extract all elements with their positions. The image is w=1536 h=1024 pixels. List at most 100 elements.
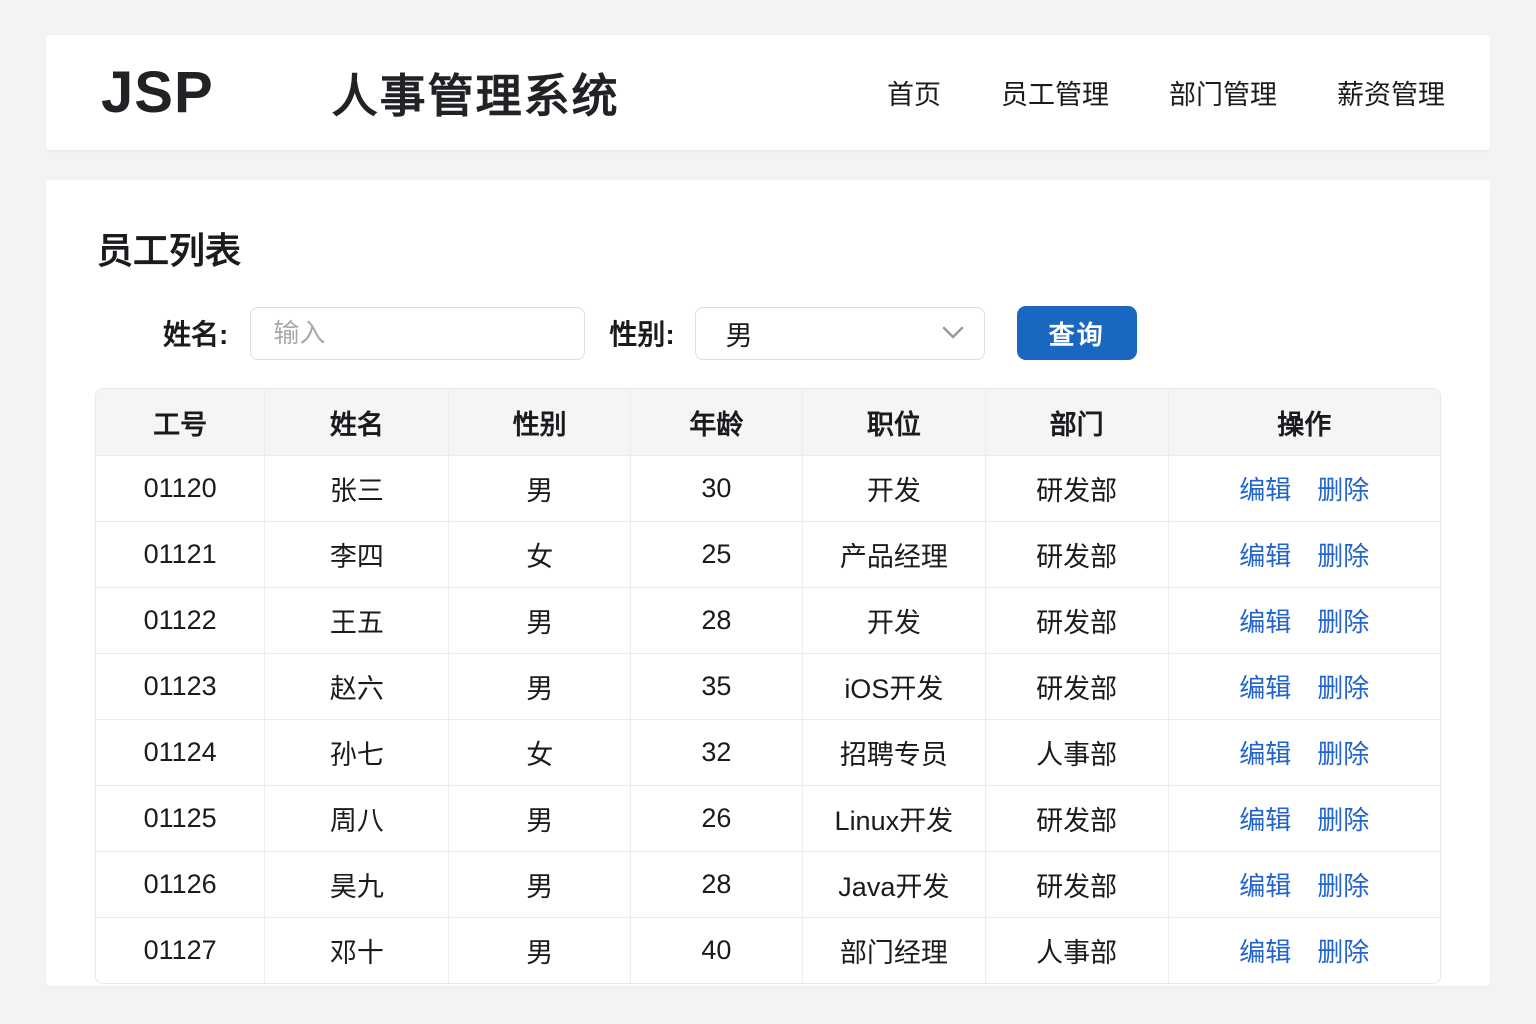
delete-link[interactable]: 删除 bbox=[1317, 673, 1369, 703]
delete-link[interactable]: 删除 bbox=[1317, 607, 1369, 637]
cell-id: 01120 bbox=[96, 455, 266, 521]
gender-filter-label: 性别: bbox=[609, 319, 675, 350]
cell-gender: 女 bbox=[449, 521, 631, 587]
nav-item-department-management[interactable]: 部门管理 bbox=[1169, 73, 1277, 112]
cell-name: 周八 bbox=[265, 785, 450, 851]
cell-id: 01125 bbox=[96, 785, 266, 851]
cell-position: 开发 bbox=[802, 587, 986, 653]
cell-age: 25 bbox=[630, 521, 803, 587]
edit-link[interactable]: 编辑 bbox=[1239, 475, 1291, 505]
delete-link[interactable]: 删除 bbox=[1317, 805, 1369, 835]
delete-link[interactable]: 删除 bbox=[1317, 937, 1369, 967]
column-header-name: 姓名 bbox=[265, 389, 450, 455]
delete-link[interactable]: 删除 bbox=[1317, 739, 1369, 769]
app-title: 人事管理系统 bbox=[331, 69, 620, 122]
chevron-down-icon bbox=[942, 326, 964, 340]
cell-gender: 男 bbox=[449, 785, 631, 851]
column-header-position: 职位 bbox=[802, 389, 986, 455]
cell-gender: 男 bbox=[449, 455, 631, 521]
cell-actions: 编辑 删除 bbox=[1168, 719, 1440, 785]
edit-link[interactable]: 编辑 bbox=[1239, 541, 1291, 571]
delete-link[interactable]: 删除 bbox=[1317, 871, 1369, 901]
column-header-department: 部门 bbox=[985, 389, 1169, 455]
cell-age: 30 bbox=[630, 455, 803, 521]
cell-id: 01123 bbox=[96, 653, 266, 719]
cell-department: 研发部 bbox=[985, 785, 1169, 851]
cell-actions: 编辑 删除 bbox=[1168, 455, 1440, 521]
nav-item-salary-management[interactable]: 薪资管理 bbox=[1337, 73, 1445, 112]
cell-actions: 编辑 删除 bbox=[1168, 785, 1440, 851]
edit-link[interactable]: 编辑 bbox=[1239, 739, 1291, 769]
cell-department: 研发部 bbox=[985, 521, 1169, 587]
app-logo: JSP bbox=[101, 60, 214, 125]
table-row: 01123 赵六男 35 iOS开发 研发部 编辑 删除 bbox=[96, 653, 1440, 719]
cell-department: 人事部 bbox=[985, 719, 1169, 785]
cell-department: 研发部 bbox=[985, 587, 1169, 653]
employee-table: 工号 姓名 性别 年龄 职位 部门 操作 01120 张三男 30 开发 研发部 编辑 删除… bbox=[95, 388, 1441, 984]
delete-link[interactable]: 删除 bbox=[1317, 541, 1369, 571]
table-row: 01120 张三男 30 开发 研发部 编辑 删除 bbox=[96, 455, 1440, 521]
cell-name: 赵六 bbox=[265, 653, 450, 719]
cell-department: 研发部 bbox=[985, 653, 1169, 719]
cell-position: 开发 bbox=[802, 455, 986, 521]
column-header-gender: 性别 bbox=[449, 389, 631, 455]
cell-gender: 男 bbox=[449, 917, 631, 983]
cell-id: 01122 bbox=[96, 587, 266, 653]
cell-department: 研发部 bbox=[985, 851, 1169, 917]
edit-link[interactable]: 编辑 bbox=[1239, 805, 1291, 835]
table-row: 01122 王五男 28 开发 研发部 编辑 删除 bbox=[96, 587, 1440, 653]
header-row: 工号 姓名 性别 年龄 职位 部门 操作 bbox=[96, 389, 1440, 455]
gender-select-value: 男 bbox=[725, 320, 753, 351]
cell-id: 01126 bbox=[96, 851, 266, 917]
gender-select[interactable]: 男 bbox=[694, 306, 985, 360]
nav-item-employee-management[interactable]: 员工管理 bbox=[1001, 73, 1109, 112]
cell-age: 32 bbox=[630, 719, 803, 785]
cell-position: Java开发 bbox=[802, 851, 986, 917]
table-row: 01127 邓十男 40 部门经理 人事部 编辑 删除 bbox=[96, 917, 1440, 983]
edit-link[interactable]: 编辑 bbox=[1239, 937, 1291, 967]
delete-link[interactable]: 删除 bbox=[1317, 475, 1369, 505]
cell-age: 35 bbox=[630, 653, 803, 719]
edit-link[interactable]: 编辑 bbox=[1239, 871, 1291, 901]
cell-age: 26 bbox=[630, 785, 803, 851]
cell-name: 张三 bbox=[265, 455, 450, 521]
header: JSP 人事管理系统 首页 员工管理 部门管理 薪资管理 bbox=[46, 35, 1490, 150]
name-filter-input[interactable] bbox=[250, 306, 586, 360]
table-row: 01126 昊九男 28 Java开发 研发部 编辑 删除 bbox=[96, 851, 1440, 917]
main-nav: 首页 员工管理 部门管理 薪资管理 bbox=[887, 73, 1445, 112]
cell-actions: 编辑 删除 bbox=[1168, 587, 1440, 653]
edit-link[interactable]: 编辑 bbox=[1239, 673, 1291, 703]
cell-name: 孙七 bbox=[265, 719, 450, 785]
cell-position: 招聘专员 bbox=[802, 719, 986, 785]
table-row: 01121 李四女 25 产品经理 研发部 编辑 删除 bbox=[96, 521, 1440, 587]
cell-gender: 女 bbox=[449, 719, 631, 785]
search-button[interactable]: 查询 bbox=[1016, 306, 1137, 360]
cell-actions: 编辑 删除 bbox=[1168, 917, 1440, 983]
cell-position: iOS开发 bbox=[802, 653, 986, 719]
cell-department: 人事部 bbox=[985, 917, 1169, 983]
cell-name: 昊九 bbox=[265, 851, 450, 917]
employee-table-head: 工号 姓名 性别 年龄 职位 部门 操作 bbox=[96, 389, 1440, 455]
cell-id: 01124 bbox=[96, 719, 266, 785]
table-row: 01125 周八男 26 Linux开发 研发部 编辑 删除 bbox=[96, 785, 1440, 851]
cell-actions: 编辑 删除 bbox=[1168, 851, 1440, 917]
cell-actions: 编辑 删除 bbox=[1168, 521, 1440, 587]
edit-link[interactable]: 编辑 bbox=[1239, 607, 1291, 637]
cell-actions: 编辑 删除 bbox=[1168, 653, 1440, 719]
cell-age: 28 bbox=[630, 587, 803, 653]
cell-department: 研发部 bbox=[985, 455, 1169, 521]
name-filter-label: 姓名: bbox=[163, 319, 229, 350]
cell-name: 李四 bbox=[265, 521, 450, 587]
cell-age: 40 bbox=[630, 917, 803, 983]
cell-position: 部门经理 bbox=[802, 917, 986, 983]
cell-age: 28 bbox=[630, 851, 803, 917]
cell-name: 邓十 bbox=[265, 917, 450, 983]
employee-list-panel: 员工列表 姓名: 性别: 男 查询 工号 姓名 性别 年龄 职位 部门 操作 0… bbox=[46, 180, 1490, 986]
cell-id: 01127 bbox=[96, 917, 266, 983]
column-header-age: 年龄 bbox=[630, 389, 803, 455]
column-header-actions: 操作 bbox=[1168, 389, 1440, 455]
cell-position: 产品经理 bbox=[802, 521, 986, 587]
nav-item-home[interactable]: 首页 bbox=[887, 73, 941, 112]
cell-position: Linux开发 bbox=[802, 785, 986, 851]
cell-id: 01121 bbox=[96, 521, 266, 587]
